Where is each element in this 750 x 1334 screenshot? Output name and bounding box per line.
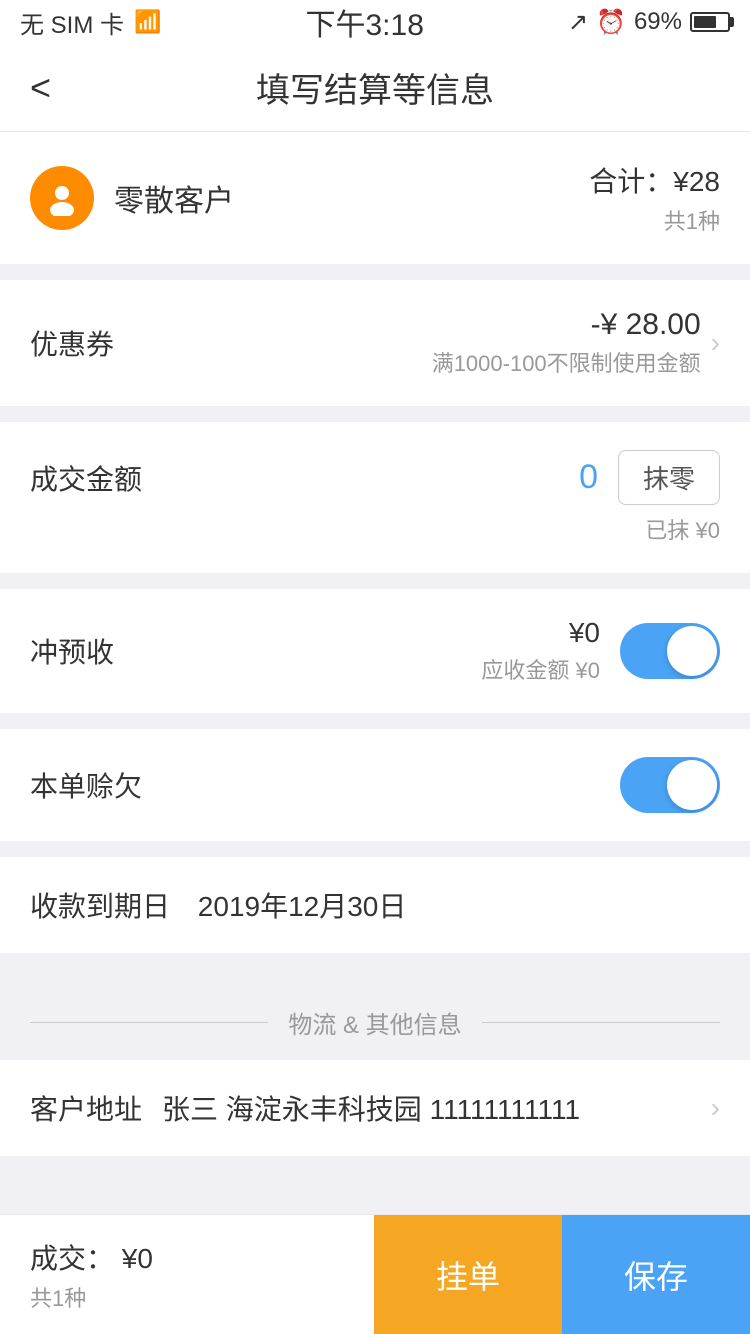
address-value: 张三 海淀永丰科技园 11111111111: [162, 1088, 711, 1128]
logistics-line-right: [482, 1022, 720, 1023]
coupon-chevron-icon: ›: [711, 327, 720, 359]
advance-toggle[interactable]: [620, 623, 720, 679]
advance-label: 冲预收: [30, 631, 114, 671]
bottom-summary: 成交： ¥0 共1种: [0, 1237, 374, 1313]
save-button[interactable]: 保存: [562, 1215, 750, 1334]
transaction-label: 成交金额: [30, 458, 142, 498]
status-time: 下午3:18: [305, 0, 423, 44]
carrier-text: 无 SIM 卡: [20, 5, 124, 40]
content: 零散客户 合计：¥28 共1种 优惠券 -¥ 28.00 满1000-100不限…: [0, 132, 750, 1302]
logistics-label: 物流 & 其他信息: [268, 1005, 481, 1040]
transaction-section: 成交金额 0 抹零 已抹 ¥0: [0, 422, 750, 573]
page-title: 填写结算等信息: [256, 63, 494, 112]
debt-label: 本单赊欠: [30, 765, 142, 805]
advance-amount: ¥0: [481, 617, 600, 649]
coupon-discount: -¥ 28.00: [432, 308, 701, 342]
bottom-amount-line: 成交： ¥0: [30, 1237, 344, 1277]
coupon-right: -¥ 28.00 满1000-100不限制使用金额 ›: [432, 308, 720, 378]
customer-total: 合计：¥28 共1种: [589, 160, 720, 236]
advance-amount-group: ¥0 应收金额 ¥0: [481, 617, 600, 685]
coupon-row[interactable]: 优惠券 -¥ 28.00 满1000-100不限制使用金额 ›: [0, 280, 750, 406]
due-date-label: 收款到期日: [30, 891, 170, 922]
back-button[interactable]: <: [30, 67, 51, 109]
status-left: 无 SIM 卡 📶: [20, 5, 161, 40]
debt-section: 本单赊欠: [0, 729, 750, 841]
location-icon: ↗: [568, 8, 588, 37]
address-label: 客户地址: [30, 1088, 142, 1128]
customer-name: 零散客户: [114, 176, 234, 220]
transaction-right: 0 抹零: [579, 450, 720, 505]
due-date-value: 2019年12月30日: [198, 891, 407, 922]
divider-1: [0, 713, 750, 729]
transaction-value: 0: [579, 458, 598, 497]
bottom-bar: 成交： ¥0 共1种 挂单 保存: [0, 1214, 750, 1334]
customer-left: 零散客户: [30, 166, 234, 230]
advance-row: 冲预收 ¥0 应收金额 ¥0: [30, 617, 720, 685]
bottom-count: 共1种: [30, 1281, 344, 1313]
bottom-amount-label: 成交：: [30, 1243, 114, 1274]
coupon-desc: 满1000-100不限制使用金额: [432, 346, 701, 378]
nav-bar: < 填写结算等信息: [0, 44, 750, 132]
status-right: ↗ ⏰ 69%: [568, 8, 730, 37]
advance-section: 冲预收 ¥0 应收金额 ¥0: [0, 589, 750, 713]
address-chevron-icon: ›: [711, 1092, 720, 1124]
debt-toggle-thumb: [667, 760, 717, 810]
hang-button[interactable]: 挂单: [374, 1215, 562, 1334]
logistics-divider: 物流 & 其他信息: [0, 985, 750, 1060]
advance-toggle-thumb: [667, 626, 717, 676]
bottom-amount: ¥0: [122, 1243, 153, 1274]
coupon-label: 优惠券: [30, 323, 114, 363]
advance-right: ¥0 应收金额 ¥0: [481, 617, 720, 685]
customer-row: 零散客户 合计：¥28 共1种: [0, 132, 750, 264]
transaction-sub: 已抹 ¥0: [30, 513, 720, 545]
status-bar: 无 SIM 卡 📶 下午3:18 ↗ ⏰ 69%: [0, 0, 750, 44]
battery-percent: 69%: [634, 8, 682, 36]
battery-icon: [690, 12, 730, 32]
divider-2: [0, 969, 750, 985]
round-button[interactable]: 抹零: [618, 450, 720, 505]
avatar: [30, 166, 94, 230]
total-count: 共1种: [589, 204, 720, 236]
debt-toggle[interactable]: [620, 757, 720, 813]
total-amount: 合计：¥28: [589, 160, 720, 200]
wifi-icon: 📶: [134, 9, 161, 35]
due-date-row: 收款到期日 2019年12月30日: [0, 857, 750, 953]
address-row[interactable]: 客户地址 张三 海淀永丰科技园 11111111111 ›: [0, 1060, 750, 1156]
advance-sub: 应收金额 ¥0: [481, 653, 600, 685]
alarm-icon: ⏰: [596, 8, 626, 37]
transaction-row: 成交金额 0 抹零: [30, 450, 720, 505]
debt-row: 本单赊欠: [30, 757, 720, 813]
logistics-line-left: [30, 1022, 268, 1023]
